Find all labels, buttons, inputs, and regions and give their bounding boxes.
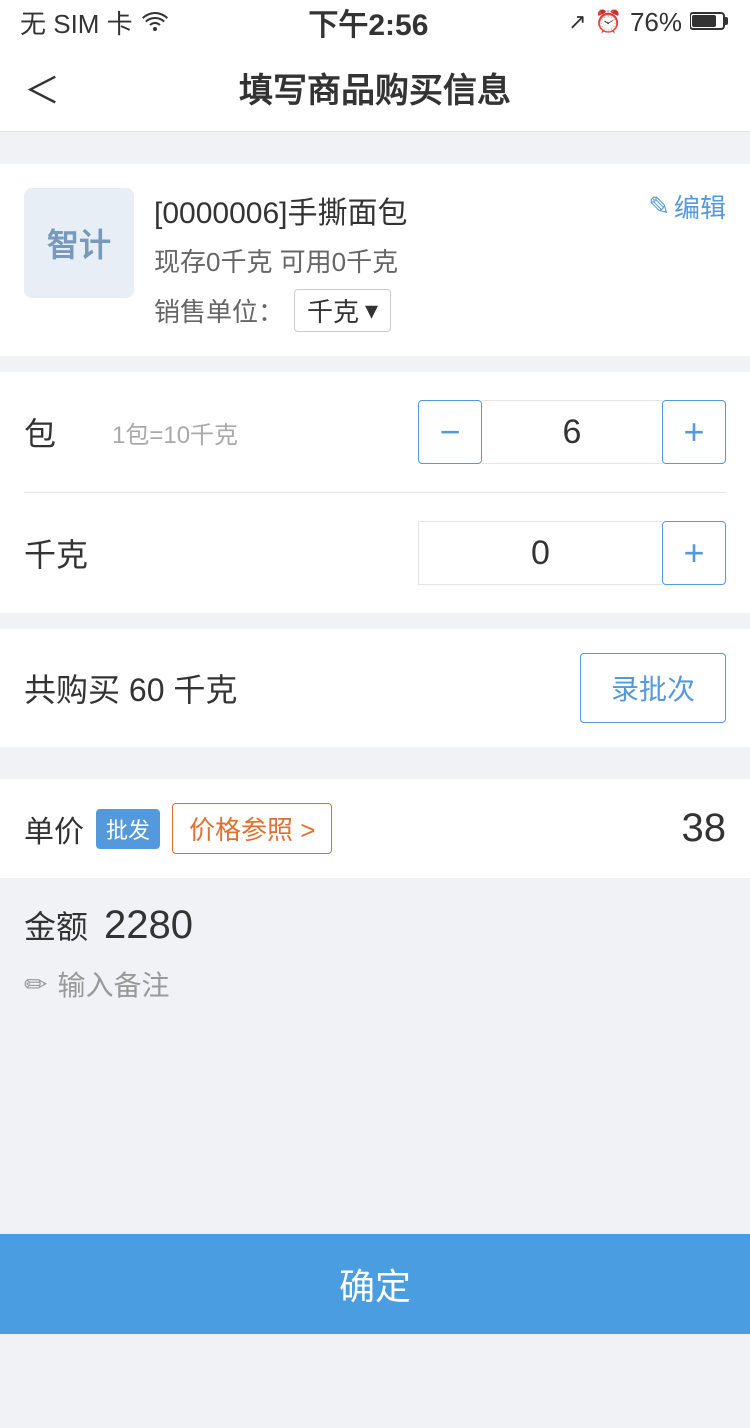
remark-row[interactable]: ✏ 输入备注 [24, 964, 726, 1004]
qty-label-kg: 千克 [24, 530, 104, 576]
qty-hint-bao: 1包=10千克 [112, 415, 418, 450]
status-time: 下午2:56 [308, 0, 428, 44]
qty-input-bao[interactable] [482, 400, 662, 464]
battery-icon [690, 7, 730, 38]
page-title: 填写商品购买信息 [239, 63, 511, 112]
quantity-row-kg: 千克 + [24, 493, 726, 613]
amount-label: 金额 [24, 902, 88, 948]
edit-icon: ✎ [648, 191, 670, 222]
summary-section: 共购买 60 千克 录批次 [0, 629, 750, 747]
battery-percent: 76% [630, 7, 682, 38]
qty-plus-bao[interactable]: + [662, 400, 726, 464]
batch-button[interactable]: 录批次 [580, 653, 726, 723]
edit-link[interactable]: ✎ 编辑 [648, 188, 726, 225]
status-right: ↗ ⏰ 76% [568, 7, 730, 38]
price-badge: 批发 [96, 809, 160, 849]
price-label: 单价 [24, 807, 84, 851]
qty-controls-kg: + [418, 521, 726, 585]
qty-minus-bao[interactable]: − [418, 400, 482, 464]
price-value: 38 [682, 806, 727, 851]
unit-value: 千克 [307, 292, 359, 329]
product-unit-row: 销售单位： 千克 ▾ [154, 289, 726, 332]
status-bar: 无 SIM 卡 下午2:56 ↗ ⏰ 76% [0, 0, 750, 44]
location-icon: ↗ [568, 9, 586, 35]
divider-qty [0, 356, 750, 372]
remark-placeholder: 输入备注 [57, 964, 169, 1004]
qty-controls-bao: − + [418, 400, 726, 464]
back-button[interactable]: ＜ [24, 62, 60, 114]
summary-text: 共购买 60 千克 [24, 665, 237, 711]
carrier-text: 无 SIM 卡 [20, 4, 133, 41]
price-left: 单价 批发 价格参照 > [24, 803, 332, 854]
qty-input-kg[interactable] [418, 521, 662, 585]
alarm-icon: ⏰ [595, 9, 622, 35]
divider-summary [0, 613, 750, 629]
quantity-row-bao: 包 1包=10千克 − + [24, 372, 726, 493]
status-left: 无 SIM 卡 [20, 4, 169, 41]
product-stock: 现存0千克 可用0千克 [154, 242, 726, 279]
wifi-icon [141, 7, 169, 38]
unit-label: 销售单位： [154, 292, 284, 329]
qty-label-bao: 包 [24, 409, 104, 455]
price-section: 单价 批发 价格参照 > 38 [0, 779, 750, 878]
price-ref-button[interactable]: 价格参照 > [172, 803, 332, 854]
qty-plus-kg[interactable]: + [662, 521, 726, 585]
divider-top [0, 132, 750, 148]
amount-section: 金额 2280 ✏ 输入备注 [0, 878, 750, 1028]
confirm-button[interactable]: 确定 [0, 1234, 750, 1334]
product-card: 智计 [0000006]手撕面包 现存0千克 可用0千克 销售单位： 千克 ▾ … [0, 164, 750, 356]
nav-bar: ＜ 填写商品购买信息 [0, 44, 750, 132]
product-thumbnail: 智计 [24, 188, 134, 298]
unit-selector[interactable]: 千克 ▾ [294, 289, 391, 332]
remark-icon: ✏ [24, 968, 47, 1001]
divider-price [0, 747, 750, 763]
amount-row: 金额 2280 [24, 902, 726, 948]
quantity-section: 包 1包=10千克 − + 千克 + [0, 372, 750, 613]
amount-value: 2280 [104, 903, 193, 948]
edit-label: 编辑 [674, 188, 726, 225]
unit-dropdown-icon: ▾ [365, 295, 378, 326]
product-info: [0000006]手撕面包 现存0千克 可用0千克 销售单位： 千克 ▾ [154, 188, 726, 332]
product-name: [0000006]手撕面包 [154, 188, 726, 232]
